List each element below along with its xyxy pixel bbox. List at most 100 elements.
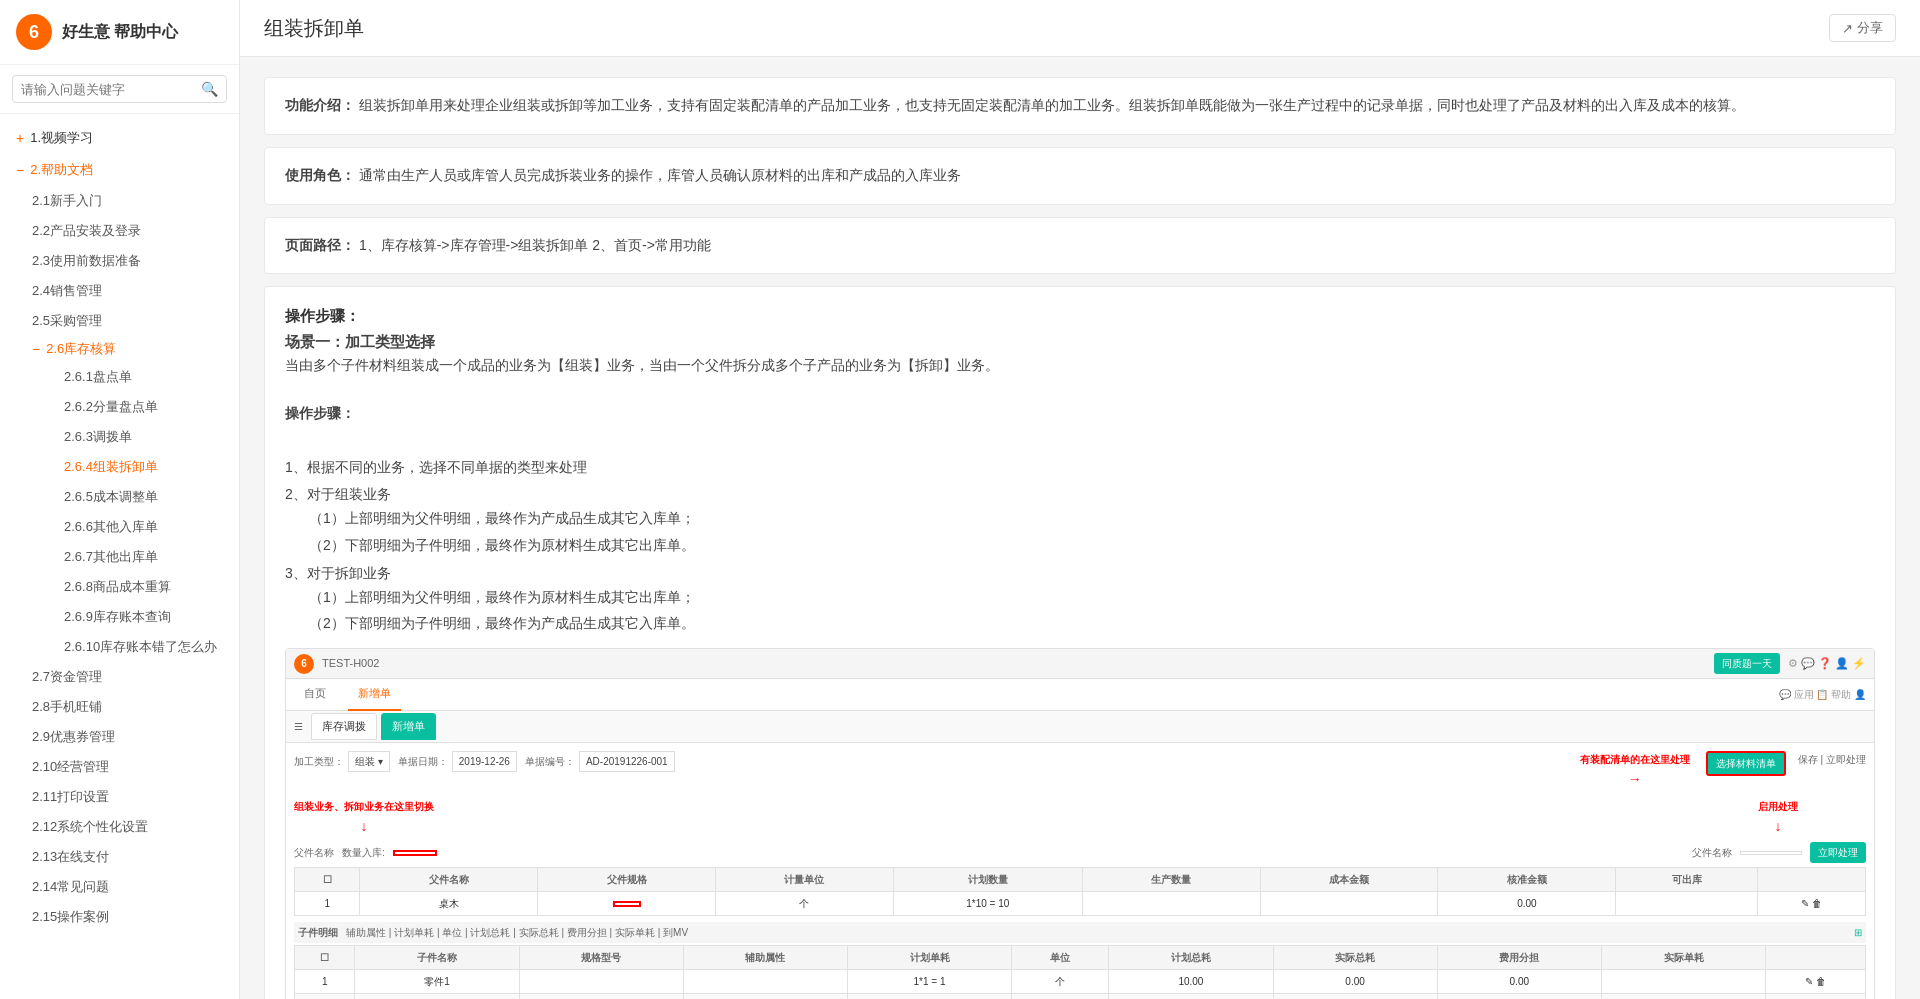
main-content: 组装拆卸单 ↗ 分享 功能介绍： 组装拆卸单用来处理企业组装或拆卸等加工业务，支… [240, 0, 1920, 999]
sidebar-item-2-6-2[interactable]: 2.6.2分量盘点单 [64, 392, 239, 422]
sidebar-item-2-6-8[interactable]: 2.6.8商品成本重算 [64, 572, 239, 602]
child-row-2: 2 零件 2 1*1 = 1 个 30.00 80 0.00 0.00 [295, 994, 1866, 999]
screenshot-tab-assembly: 新增单 [381, 713, 436, 740]
screenshot-navbar: 自页 新增单 💬 应用 📋 帮助 👤 [286, 679, 1874, 711]
app-title: 好生意 帮助中心 [62, 22, 178, 43]
screenshot-type-label: 加工类型： [294, 753, 344, 770]
sidebar-item-1-label: 1.视频学习 [30, 129, 93, 147]
screenshot-sidebar-icons: ☰ [294, 718, 303, 735]
screenshot-top-btn: 同质题一天 [1714, 653, 1780, 674]
screenshot-form-date: 单据日期： 2019-12-26 [398, 751, 517, 772]
expand-icon-1: + [16, 130, 24, 146]
screenshot-btn-select-bom: 选择材料清单 [1706, 751, 1786, 776]
screenshot-child-table: ☐ 子件名称 规格型号 辅助属性 计划单耗 单位 计划总耗 实际总耗 费用分担 [294, 945, 1866, 999]
step1: 1、根据不同的业务，选择不同单据的类型来处理 [285, 456, 1875, 480]
path-block: 页面路径： 1、库存核算->库存管理->组装拆卸单 2、首页->常用功能 [264, 217, 1896, 275]
scenario1-desc: 当由多个子件材料组装成一个成品的业务为【组装】业务，当由一个父件拆分成多个子产品… [285, 354, 1875, 378]
expand-icon-2: − [16, 162, 24, 178]
sidebar-item-2-9[interactable]: 2.9优惠券管理 [32, 722, 239, 752]
screenshot-annotation2-row: 组装业务、拆卸业务在这里切换 ↓ 启用处理 ↓ [294, 798, 1866, 839]
screenshot-parent-search-label: 父件名称 [1692, 844, 1732, 861]
sidebar-item-2-6-6[interactable]: 2.6.6其他入库单 [64, 512, 239, 542]
col-unit: 计量单位 [715, 868, 893, 892]
col-approved: 核准金额 [1438, 868, 1616, 892]
sidebar-sub-2: 2.1新手入门 2.2产品安装及登录 2.3使用前数据准备 2.4销售管理 2.… [0, 186, 239, 932]
step3-sub1: （1）上部明细为父件明细，最终作为原材料生成其它出库单； [309, 586, 1875, 610]
sidebar-item-2-10[interactable]: 2.10经营管理 [32, 752, 239, 782]
sidebar-item-2-11[interactable]: 2.11打印设置 [32, 782, 239, 812]
share-icon: ↗ [1842, 21, 1853, 36]
screenshot-parent-label: 父件名称 [294, 844, 334, 861]
logo-area: 6 好生意 帮助中心 [0, 0, 239, 65]
screenshot-form-number: 单据编号： AD-20191226-001 [525, 751, 675, 772]
col-parent-name: 父件名称 [360, 868, 538, 892]
col-cost: 成本金额 [1260, 868, 1438, 892]
col-checkbox: ☐ [295, 868, 360, 892]
sidebar-item-2-6-9[interactable]: 2.6.9库存账本查询 [64, 602, 239, 632]
parent-row-1: 1 桌木 个 1*10 = 10 0.00 ✎ 🗑 [295, 892, 1866, 916]
expand-icon-2-6: − [32, 341, 40, 357]
role-block: 使用角色： 通常由生产人员或库管人员完成拆装业务的操作，库管人员确认原材料的出库… [264, 147, 1896, 205]
content-area: 功能介绍： 组装拆卸单用来处理企业组装或拆卸等加工业务，支持有固定装配清单的产品… [240, 57, 1920, 999]
share-label: 分享 [1857, 19, 1883, 37]
step2-sub1: （1）上部明细为父件明细，最终作为产成品生成其它入库单； [309, 507, 1875, 531]
intro-text: 组装拆卸单用来处理企业组装或拆卸等加工业务，支持有固定装配清单的产品加工业务，也… [359, 97, 1745, 113]
sidebar-item-2-label: 2.帮助文档 [30, 161, 93, 179]
sidebar-item-2-6-7[interactable]: 2.6.7其他出库单 [64, 542, 239, 572]
sidebar-item-2-2[interactable]: 2.2产品安装及登录 [32, 216, 239, 246]
intro-block: 功能介绍： 组装拆卸单用来处理企业组装或拆卸等加工业务，支持有固定装配清单的产品… [264, 77, 1896, 135]
sidebar-item-2-4[interactable]: 2.4销售管理 [32, 276, 239, 306]
step2-sub2: （2）下部明细为子件明细，最终作为原材料生成其它出库单。 [309, 534, 1875, 558]
screenshot-logo: 6 [294, 654, 314, 674]
sidebar-item-1[interactable]: + 1.视频学习 [0, 122, 239, 154]
ops-block: 操作步骤： 场景一：加工类型选择 当由多个子件材料组装成一个成品的业务为【组装】… [264, 286, 1896, 999]
sidebar-item-2-6-3[interactable]: 2.6.3调拨单 [64, 422, 239, 452]
sidebar-item-2-1[interactable]: 2.1新手入门 [32, 186, 239, 216]
screenshot-child-title: 子件明细 [298, 924, 338, 941]
sidebar-item-2[interactable]: − 2.帮助文档 2.1新手入门 2.2产品安装及登录 2.3使用前数据准备 2… [0, 154, 239, 932]
screenshot-parent-search-input [1740, 851, 1802, 855]
sidebar-item-2-6-4[interactable]: 2.6.4组装拆卸单 [64, 452, 239, 482]
screenshot-parent-table: ☐ 父件名称 父件规格 计量单位 计划数量 生产数量 成本金额 核准金额 可出库 [294, 867, 1866, 916]
screenshot-annotation1: 有装配清单的在这里处理 → [1580, 751, 1690, 792]
screenshot-tab-transfer: 库存调拨 [311, 713, 377, 740]
screenshot-form-type: 加工类型： 组装 ▾ [294, 751, 390, 772]
screenshot-child-header: 子件明细 辅助属性 | 计划单耗 | 单位 | 计划总耗 | 实际总耗 | 费用… [294, 922, 1866, 943]
col-parent-spec: 父件规格 [538, 868, 716, 892]
screenshot-nav-home: 自页 [294, 678, 336, 711]
sidebar-item-2-14[interactable]: 2.14常见问题 [32, 872, 239, 902]
sidebar-item-2-6-5[interactable]: 2.6.5成本调整单 [64, 482, 239, 512]
screenshot-date-value: 2019-12-26 [452, 751, 517, 772]
screenshot-nav-new: 新增单 [348, 678, 401, 711]
sidebar-item-2-6[interactable]: − 2.6库存核算 2.6.1盘点单 2.6.2分量盘点单 2.6.3调拨单 2… [32, 336, 239, 662]
sidebar-item-2-7[interactable]: 2.7资金管理 [32, 662, 239, 692]
search-icon[interactable]: 🔍 [201, 81, 218, 97]
search-box[interactable]: 🔍 [12, 75, 227, 103]
sidebar-item-2-6-10[interactable]: 2.6.10库存账本错了怎么办 [64, 632, 239, 662]
share-button[interactable]: ↗ 分享 [1829, 14, 1896, 42]
screenshot-number-value: AD-20191226-001 [579, 751, 675, 772]
screenshot-count-label: 数量入库: [342, 844, 385, 861]
sidebar-item-2-15[interactable]: 2.15操作案例 [32, 902, 239, 932]
page-title: 组装拆卸单 [264, 15, 364, 42]
col-plan-qty: 计划数量 [893, 868, 1082, 892]
screenshot-nav-right: 💬 应用 📋 帮助 👤 [1779, 686, 1866, 703]
sidebar-item-2-6-label: 2.6库存核算 [46, 340, 116, 358]
screenshot-confirm-btn: 立即处理 [1810, 842, 1866, 863]
screenshot-topbar: 6 TEST-H002 同质题一天 ⚙ 💬 ❓ 👤 ⚡ [286, 649, 1874, 679]
screenshot-type-value: 组装 ▾ [348, 751, 390, 772]
scenario1-title: 场景一：加工类型选择 [285, 329, 1875, 355]
sidebar-item-2-8[interactable]: 2.8手机旺铺 [32, 692, 239, 722]
screenshot-btn-save: 保存 | 立即处理 [1798, 751, 1866, 768]
screenshot-child-expand: ⊞ [1854, 924, 1862, 941]
screenshot-form: 加工类型： 组装 ▾ 单据日期： 2019-12-26 单据编号： AD-201… [286, 743, 1874, 999]
sidebar-item-2-5[interactable]: 2.5采购管理 [32, 306, 239, 336]
sidebar-item-2-13[interactable]: 2.13在线支付 [32, 842, 239, 872]
role-label: 使用角色： [285, 167, 355, 183]
sidebar-item-2-12[interactable]: 2.12系统个性化设置 [32, 812, 239, 842]
screenshot-date-label: 单据日期： [398, 753, 448, 770]
screenshot-system-id: TEST-H002 [322, 654, 379, 673]
sidebar-item-2-3[interactable]: 2.3使用前数据准备 [32, 246, 239, 276]
search-input[interactable] [21, 82, 201, 97]
sidebar-item-2-6-1[interactable]: 2.6.1盘点单 [64, 362, 239, 392]
